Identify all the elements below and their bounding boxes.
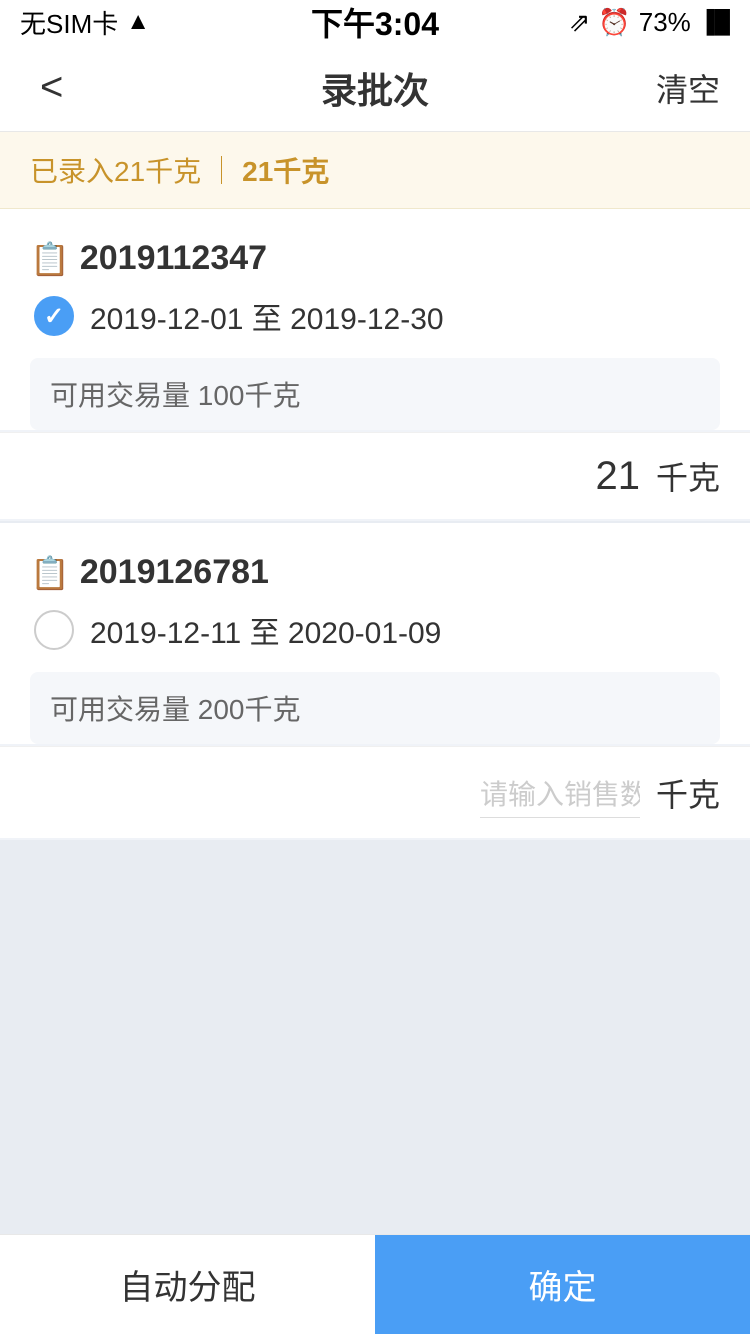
batch-id-text-1: 2019112347 [80, 239, 267, 278]
location-icon: ⇗ [569, 7, 591, 38]
qty-input-2[interactable] [480, 767, 640, 818]
radio-button-2[interactable] [34, 610, 74, 650]
qty-unit-2: 千克 [656, 770, 720, 816]
batch-id-icon-1: 📋 [30, 240, 70, 278]
auto-distribute-button[interactable]: 自动分配 [0, 1235, 375, 1334]
radio-button-1[interactable]: ✓ [34, 296, 74, 336]
wifi-icon: ▲ [126, 8, 150, 36]
status-bar: 无SIM卡 ▲ 下午3:04 ⇗ ⏰ 73% ▐█ [0, 0, 750, 44]
carrier-text: 无SIM卡 [20, 4, 118, 41]
footer: 自动分配 确定 [0, 1234, 750, 1334]
qty-unit-1: 千克 [656, 453, 720, 499]
status-left: 无SIM卡 ▲ [20, 4, 150, 41]
nav-bar: < 录批次 清空 [0, 44, 750, 132]
info-banner: 已录入21千克 21千克 [0, 132, 750, 209]
batch-header-1: 📋 2019112347 [30, 239, 720, 278]
batch-item-2: 📋 2019126781 2019-12-11 至 2020-01-09 可用交… [0, 523, 750, 744]
info-label: 已录入21千克 [30, 150, 201, 190]
batch-date-row-1: ✓ 2019-12-01 至 2019-12-30 [30, 294, 720, 338]
check-icon-1: ✓ [44, 302, 64, 331]
confirm-button[interactable]: 确定 [375, 1235, 750, 1334]
batch-date-row-2: 2019-12-11 至 2020-01-09 [30, 608, 720, 652]
battery-icon: ▐█ [699, 9, 730, 35]
batch-date-2: 2019-12-11 至 2020-01-09 [90, 608, 441, 652]
batch-date-1: 2019-12-01 至 2019-12-30 [90, 294, 444, 338]
batch-id-text-2: 2019126781 [80, 553, 269, 592]
batch-item-1: 📋 2019112347 ✓ 2019-12-01 至 2019-12-30 可… [0, 209, 750, 430]
page-title: 录批次 [321, 62, 429, 114]
input-row-1: 21 千克 [0, 432, 750, 519]
qty-value-1: 21 [595, 454, 640, 499]
available-qty-2: 可用交易量 200千克 [30, 672, 720, 744]
batch-id-icon-2: 📋 [30, 554, 70, 592]
clear-button[interactable]: 清空 [656, 65, 720, 111]
info-divider [221, 156, 222, 184]
info-value: 21千克 [242, 150, 329, 190]
status-right: ⇗ ⏰ 73% ▐█ [569, 7, 730, 38]
input-row-2: 千克 [0, 746, 750, 838]
alarm-icon: ⏰ [598, 7, 630, 38]
back-button[interactable]: < [30, 55, 73, 120]
status-time: 下午3:04 [311, 0, 439, 45]
battery-text: 73% [639, 7, 691, 38]
content-area: 📋 2019112347 ✓ 2019-12-01 至 2019-12-30 可… [0, 209, 750, 1311]
batch-header-2: 📋 2019126781 [30, 553, 720, 592]
available-qty-1: 可用交易量 100千克 [30, 358, 720, 430]
